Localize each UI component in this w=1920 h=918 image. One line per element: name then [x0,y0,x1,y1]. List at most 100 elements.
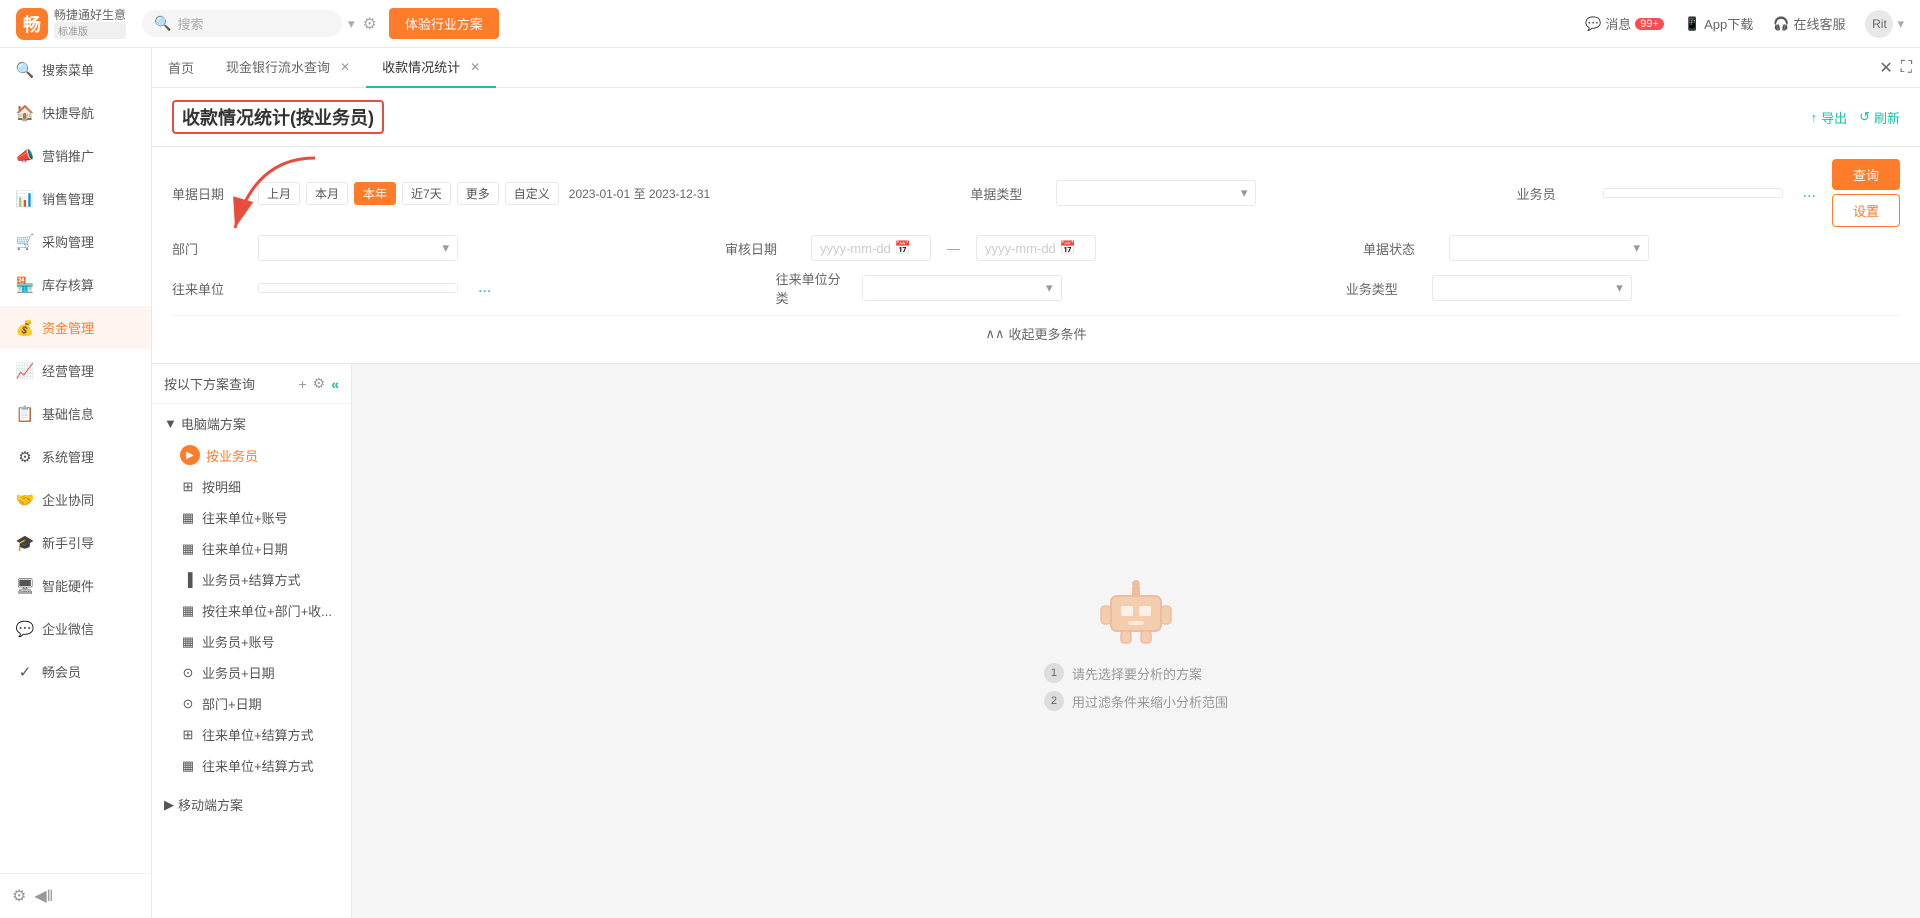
sidebar-item-enterprise[interactable]: 🤝 企业协同 [0,478,151,521]
finance-icon: 💰 [16,319,34,337]
sidebar-collapse-btn[interactable]: ◀‖ [34,886,53,906]
collapse-label: 收起更多条件 [1009,324,1087,343]
sidebar-item-operation[interactable]: 📈 经营管理 [0,349,151,392]
doc-status-select[interactable]: ▾ [1449,235,1649,261]
table-icon5: ▦ [180,758,196,774]
query-btn-group: 查询 设置 [1832,159,1900,227]
add-scheme-btn[interactable]: + [298,376,306,392]
grid-icon: ⊞ [180,479,196,495]
config-scheme-btn[interactable]: ⚙ [313,375,326,392]
review-date-end[interactable]: yyyy-mm-dd 📅 [976,235,1096,261]
download-icon: 📱 [1684,16,1700,32]
scheme-partner-date[interactable]: ▦ 往来单位+日期 [152,533,351,564]
messages-btn[interactable]: 💬 消息 99+ [1585,14,1664,33]
basic-icon: 📋 [16,405,34,423]
mobile-scheme-header[interactable]: ▶ 移动端方案 [152,789,351,820]
table-icon3: ▦ [180,603,196,619]
partner-more[interactable]: ... [478,279,491,297]
sidebar-settings-btn[interactable]: ⚙ [12,886,26,906]
tab-bar: 首页 现金银行流水查询 ✕ 收款情况统计 ✕ ✕ ⛶ [152,48,1920,88]
content-area: 首页 现金银行流水查询 ✕ 收款情况统计 ✕ ✕ ⛶ [152,48,1920,918]
export-btn[interactable]: ↑ 导出 [1811,108,1848,127]
vip-icon: ✓ [16,663,34,681]
sidebar-item-search[interactable]: 🔍 搜索菜单 [0,48,151,91]
collapse-bar[interactable]: ∧∧ 收起更多条件 [172,315,1900,351]
tab-receipt[interactable]: 收款情况统计 ✕ [366,48,496,88]
date-this-year[interactable]: 本年 [354,182,396,205]
tab-bank[interactable]: 现金银行流水查询 ✕ [210,48,366,88]
mobile-expand-icon: ▶ [164,797,174,813]
doc-type-label: 单据类型 [970,184,1040,203]
sidebar-item-hardware[interactable]: 🖥 智能硬件 [0,564,151,607]
sidebar-item-quicknav[interactable]: 🏠 快捷导航 [0,91,151,134]
scheme-salesperson-method[interactable]: ▐ 业务员+结算方式 [152,564,351,595]
avatar: Rit [1865,10,1893,38]
tab-bank-close[interactable]: ✕ [340,60,350,74]
review-date-label: 审核日期 [725,239,795,258]
empty-state: 1 请先选择要分析的方案 2 用过滤条件来缩小分析范围 [352,364,1920,918]
trial-btn[interactable]: 体验行业方案 [389,8,499,39]
dept-select[interactable]: ▾ [258,235,458,261]
doc-type-arrow: ▾ [1241,185,1248,201]
desktop-scheme-header[interactable]: ▼ 电脑端方案 [152,408,351,439]
settings-gear-icon[interactable]: ⚙ [363,14,377,34]
sidebar-item-wechat[interactable]: 💬 企业微信 [0,607,151,650]
partner-category-arrow: ▾ [1046,280,1053,296]
scheme-partner-method1[interactable]: ⊞ 往来单位+结算方式 [152,719,351,750]
sales-icon: 📊 [16,190,34,208]
collapse-panel-btn[interactable]: « [331,376,339,392]
sidebar-item-marketing[interactable]: 📣 营销推广 [0,134,151,177]
query-button[interactable]: 查询 [1832,159,1900,190]
sidebar-item-finance[interactable]: 💰 资金管理 [0,306,151,349]
scheme-partner-method2[interactable]: ▦ 往来单位+结算方式 [152,750,351,781]
date-last-7[interactable]: 近7天 [402,182,451,205]
tab-home[interactable]: 首页 [152,48,210,88]
filter-panel: 单据日期 上月 本月 本年 近7天 更多 自定义 2023-01-01 至 20… [152,147,1920,364]
online-service-btn[interactable]: 🎧 在线客服 [1773,14,1845,33]
scheme-partner-dept[interactable]: ▦ 按往来单位+部门+收... [152,595,351,626]
sidebar-item-guide[interactable]: 🎓 新手引导 [0,521,151,564]
sidebar-item-sales[interactable]: 📊 销售管理 [0,177,151,220]
search-dropdown-arrow[interactable]: ▾ [348,16,355,32]
tab-fullscreen-btn[interactable]: ⛶ [1901,59,1912,77]
salesperson-select[interactable] [1603,188,1783,198]
refresh-btn[interactable]: ↺ 刷新 [1859,108,1900,127]
partner-category-select[interactable]: ▾ [862,275,1062,301]
date-this-month[interactable]: 本月 [306,182,348,205]
top-search-bar[interactable]: 🔍 搜索 [142,10,342,37]
scheme-salesperson-date[interactable]: ⊙ 业务员+日期 [152,657,351,688]
sidebar-item-purchase[interactable]: 🛒 采购管理 [0,220,151,263]
sidebar-item-inventory[interactable]: 🏪 库存核算 [0,263,151,306]
partner-select[interactable] [258,283,458,293]
scheme-by-salesperson[interactable]: ▶ 按业务员 [152,439,351,471]
partner-label: 往来单位 [172,279,242,298]
app-download-btn[interactable]: 📱 App下载 [1684,14,1753,33]
set-button[interactable]: 设置 [1832,194,1900,227]
sidebar-item-basic[interactable]: 📋 基础信息 [0,392,151,435]
calendar-icon2: 📅 [1060,240,1076,256]
scheme-partner-account[interactable]: ▦ 往来单位+账号 [152,502,351,533]
salesperson-more[interactable]: ... [1803,184,1816,202]
online-service-label: 在线客服 [1793,14,1845,33]
user-avatar[interactable]: Rit ▾ [1865,10,1904,38]
sidebar-item-system[interactable]: ⚙ 系统管理 [0,435,151,478]
empty-robot-icon [1096,571,1176,651]
date-last-month[interactable]: 上月 [258,182,300,205]
empty-tip-2: 2 用过滤条件来缩小分析范围 [1044,691,1228,711]
doc-type-select[interactable]: ▾ [1056,180,1256,206]
date-more[interactable]: 更多 [457,182,499,205]
empty-tip-1: 1 请先选择要分析的方案 [1044,663,1228,683]
biz-type-select[interactable]: ▾ [1432,275,1632,301]
page-header: 收款情况统计(按业务员) ↑ 导出 ↺ 刷新 [152,88,1920,147]
date-custom[interactable]: 自定义 [505,182,559,205]
tab-receipt-close[interactable]: ✕ [470,60,480,74]
operation-icon: 📈 [16,362,34,380]
review-date-start[interactable]: yyyy-mm-dd 📅 [811,235,931,261]
scheme-by-detail[interactable]: ⊞ 按明细 [152,471,351,502]
dept-label: 部门 [172,239,242,258]
tab-close-all-btn[interactable]: ✕ [1879,58,1892,78]
scheme-salesperson-account[interactable]: ▦ 业务员+账号 [152,626,351,657]
sidebar-item-vip[interactable]: ✓ 畅会员 [0,650,151,693]
scheme-dept-date[interactable]: ⊙ 部门+日期 [152,688,351,719]
date-label: 单据日期 [172,184,242,203]
